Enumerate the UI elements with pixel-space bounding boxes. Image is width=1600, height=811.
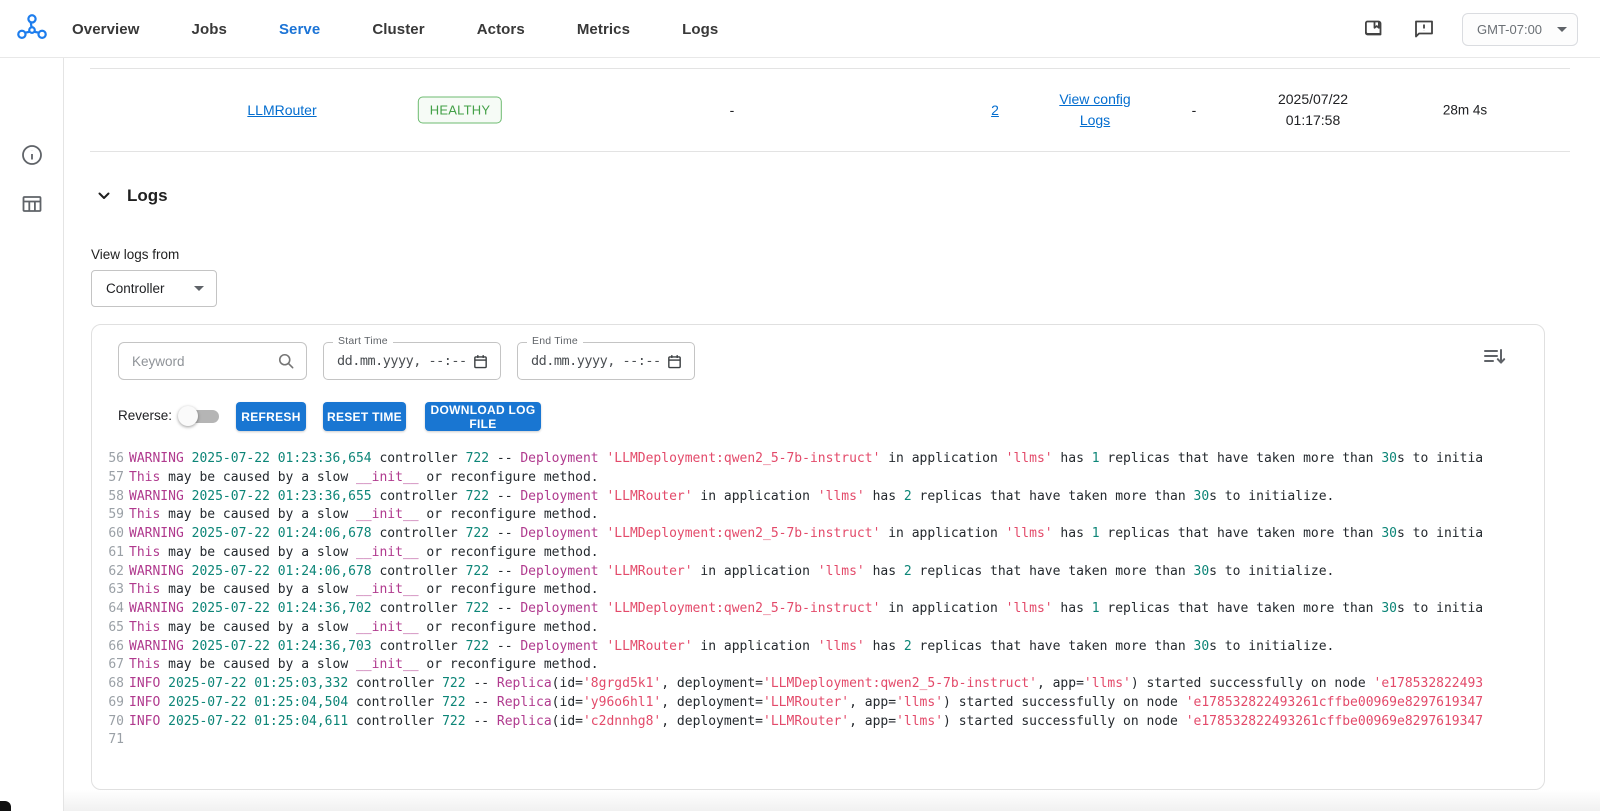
start-time-placeholder: dd.mm.yyyy, --:-- [337,353,467,369]
sort-order-icon[interactable] [1482,345,1506,369]
keyword-search-field[interactable] [118,342,307,380]
appbar-actions: GMT-07:00 [1362,0,1600,58]
calendar-icon[interactable] [472,353,489,370]
log-line: 56 WARNING 2025-07-22 01:23:36,654 contro… [102,450,1484,469]
reset-time-button[interactable]: RESET TIME [323,402,406,431]
table-icon[interactable] [20,192,44,216]
ray-logo-icon[interactable] [15,12,49,46]
log-line-number: 64 [108,601,124,616]
corner-mark [0,801,11,811]
start-time-field[interactable]: Start Time dd.mm.yyyy, --:-- [323,335,501,380]
timezone-value: GMT-07:00 [1477,21,1543,37]
log-line-number: 56 [108,451,124,466]
log-line: 69 INFO 2025-07-22 01:25:04,504 controlle… [102,694,1484,713]
log-line: 61 This may be caused by a slow __init__ … [102,544,1484,563]
calendar-icon[interactable] [666,353,683,370]
app-bar: Overview Jobs Serve Cluster Actors Metri… [0,0,1600,58]
info-icon[interactable] [20,143,44,167]
row-dash-1: - [729,102,735,118]
chevron-down-icon [1557,26,1567,32]
log-line: 70 INFO 2025-07-22 01:25:04,611 controlle… [102,713,1484,732]
log-source-value: Controller [106,281,165,296]
log-line-number: 65 [108,619,124,635]
log-line-number: 60 [108,526,124,541]
row-logs-link[interactable]: Logs [1059,110,1130,131]
log-line: 58 WARNING 2025-07-22 01:23:36,655 contro… [102,488,1484,507]
start-time-label: Start Time [333,335,393,347]
log-line: 63 This may be caused by a slow __init__ … [102,581,1484,600]
log-line: 67 This may be caused by a slow __init__ … [102,656,1484,675]
nav-tab-overview[interactable]: Overview [72,21,140,38]
log-line: 65 This may be caused by a slow __init__ … [102,619,1484,638]
log-line: 64 WARNING 2025-07-22 01:24:36,702 contro… [102,600,1484,619]
nav-tab-metrics[interactable]: Metrics [577,21,630,38]
log-line-number: 59 [108,507,124,523]
log-line: 68 INFO 2025-07-22 01:25:03,332 controlle… [102,675,1484,694]
chevron-down-icon [194,286,204,291]
log-line-number: 71 [108,732,124,748]
logs-section-title: Logs [127,186,168,205]
main-nav: Overview Jobs Serve Cluster Actors Metri… [72,0,718,58]
log-line-number: 68 [108,676,124,691]
log-line: 66 WARNING 2025-07-22 01:24:36,703 contro… [102,638,1484,657]
log-line-number: 61 [108,544,124,560]
view-config-link[interactable]: View config [1059,89,1130,110]
nav-tab-jobs[interactable]: Jobs [192,21,227,38]
log-line: 62 WARNING 2025-07-22 01:24:06,678 contro… [102,563,1484,582]
log-viewer-panel: Start Time dd.mm.yyyy, --:-- End Time dd… [91,324,1545,790]
view-logs-from-label: View logs from [91,247,180,262]
refresh-button[interactable]: REFRESH [236,402,306,431]
logs-section-toggle[interactable]: Logs [95,186,168,206]
nav-tab-actors[interactable]: Actors [477,21,525,38]
log-line-number: 66 [108,638,124,654]
log-line: 71 [102,731,1484,750]
log-line: 57 This may be caused by a slow __init__ … [102,469,1484,488]
row-dash-2: - [1191,102,1197,118]
toggle-thumb [178,406,198,426]
deployed-time: 01:17:58 [1285,112,1341,128]
reverse-label: Reverse: [118,408,173,423]
status-badge: HEALTHY [417,96,503,124]
feedback-icon[interactable] [1412,17,1436,41]
log-line: 60 WARNING 2025-07-22 01:24:06,678 contro… [102,525,1484,544]
deployment-name-link[interactable]: LLMRouter [247,102,316,118]
left-sidebar [0,58,64,811]
replicas-count-link[interactable]: 2 [991,102,999,118]
nav-tab-cluster[interactable]: Cluster [372,21,424,38]
end-time-field[interactable]: End Time dd.mm.yyyy, --:-- [517,335,695,380]
log-line-number: 63 [108,582,124,598]
nav-tab-serve[interactable]: Serve [279,21,320,38]
log-line-number: 67 [108,657,124,673]
log-controls-row: Reverse: REFRESH RESET TIME DOWNLOAD LOG… [92,397,1544,437]
docs-book-icon[interactable] [1362,17,1386,41]
nav-tab-logs[interactable]: Logs [682,21,718,38]
keyword-input[interactable] [132,353,276,369]
search-icon [278,353,294,369]
page-footer-strip [64,790,1600,811]
reverse-toggle[interactable] [178,402,226,430]
log-source-select[interactable]: Controller [91,270,217,307]
end-time-placeholder: dd.mm.yyyy, --:-- [531,353,661,369]
deployed-date: 2025/07/22 [1277,91,1349,107]
log-line-number: 62 [108,563,124,579]
log-line-number: 69 [108,694,124,710]
download-log-file-button[interactable]: DOWNLOAD LOG FILE [425,402,541,431]
log-line-number: 57 [108,469,124,485]
timezone-select[interactable]: GMT-07:00 [1462,12,1578,46]
log-line: 59 This may be caused by a slow __init__ … [102,506,1484,525]
chevron-down-icon [98,192,110,199]
end-time-label: End Time [527,335,583,347]
deployed-timestamp: 2025/07/22 01:17:58 [1278,89,1348,131]
log-line-number: 58 [108,488,124,504]
deployment-table-row: LLMRouter HEALTHY - 2 View config Logs -… [90,68,1570,152]
log-line-number: 70 [108,713,124,729]
duration-value: 28m 4s [1442,102,1488,118]
log-lines[interactable]: 56 WARNING 2025-07-22 01:23:36,654 contro… [92,448,1484,768]
